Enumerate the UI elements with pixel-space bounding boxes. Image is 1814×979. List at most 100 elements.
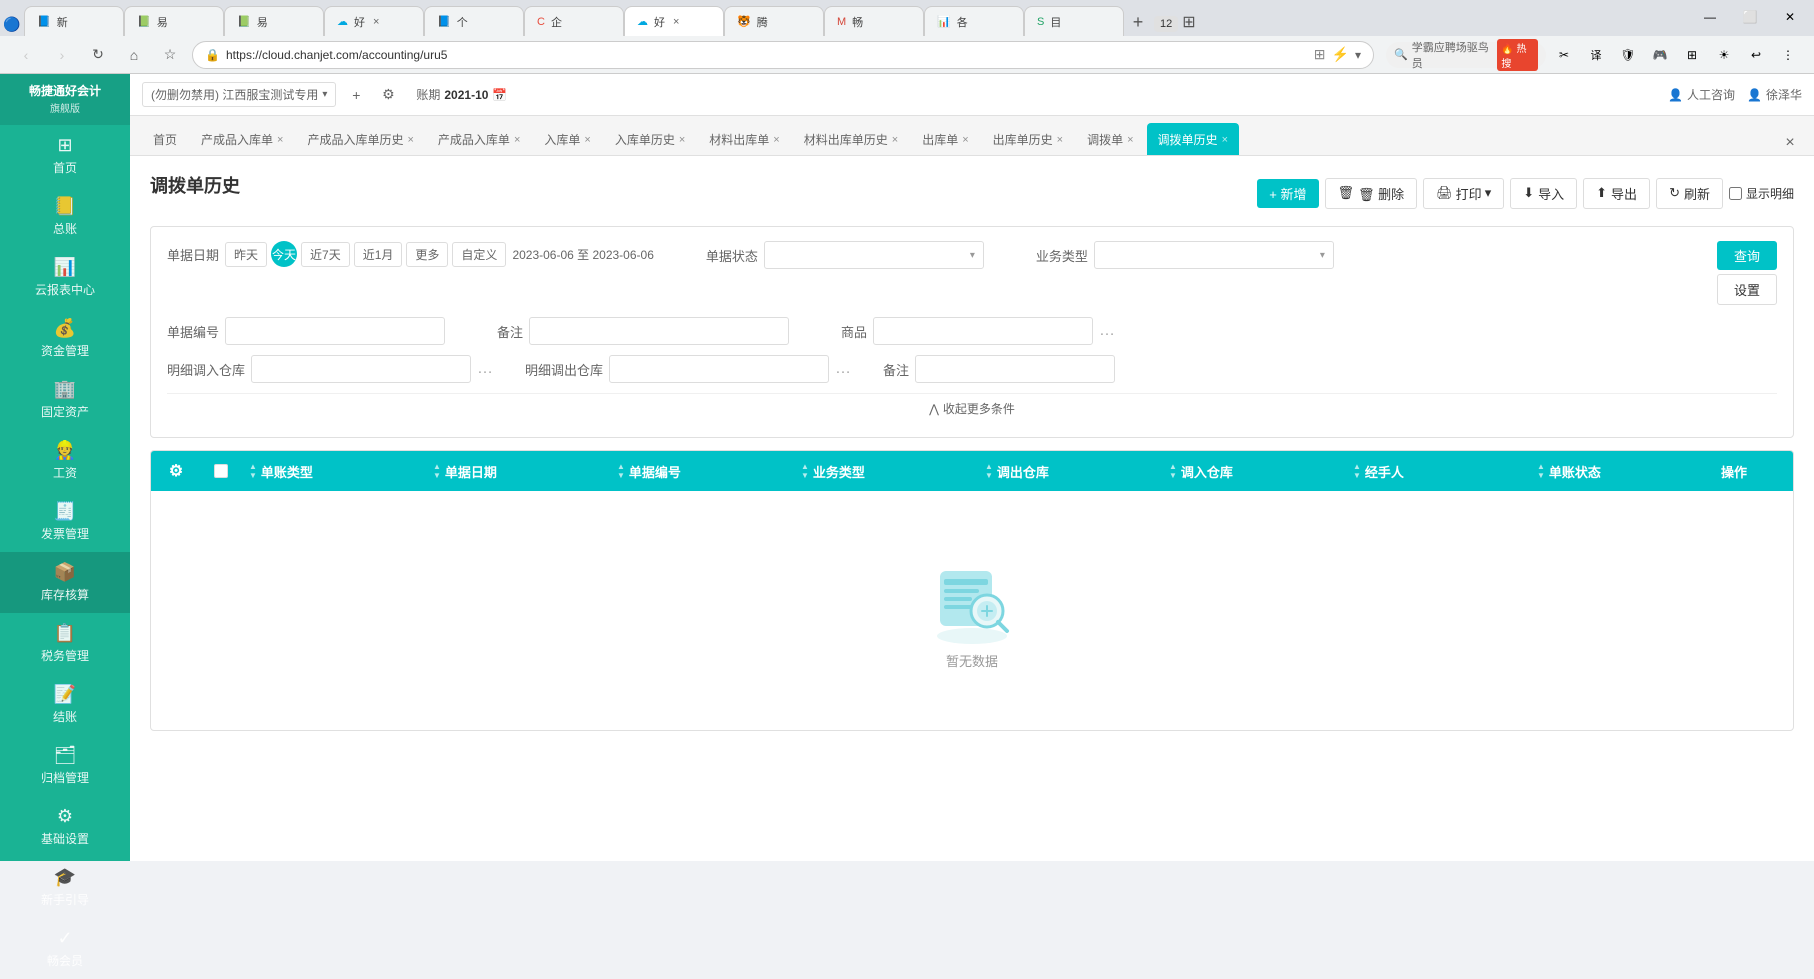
nav-back-btn[interactable]: ‹ xyxy=(12,41,40,69)
col-num[interactable]: ▲ ▼ 单据编号 xyxy=(609,462,793,481)
sidebar-item-assets[interactable]: 🏢 固定资产 xyxy=(0,369,130,430)
goods-input[interactable] xyxy=(873,317,1093,345)
sidebar-item-tax[interactable]: 📋 税务管理 xyxy=(0,613,130,674)
tab-close-7[interactable]: × xyxy=(671,14,681,30)
page-tab-transfer-hist[interactable]: 调拨单历史 × xyxy=(1147,123,1239,155)
status-select[interactable]: ▾ xyxy=(764,241,984,269)
browser-tab-9[interactable]: M 畅 xyxy=(824,6,924,36)
col-checkbox[interactable] xyxy=(201,464,241,478)
page-tab-transfer-close[interactable]: × xyxy=(1127,134,1133,146)
page-tab-inbound-close[interactable]: × xyxy=(584,134,590,146)
col-status[interactable]: ▲ ▼ 单账状态 xyxy=(1529,462,1713,481)
sun-ext[interactable]: ☀ xyxy=(1710,41,1738,69)
collapse-row[interactable]: ⋀ 收起更多条件 xyxy=(167,393,1777,423)
date-btn-7days[interactable]: 近7天 xyxy=(301,242,350,267)
export-btn[interactable]: ⬆ 导出 xyxy=(1583,178,1650,209)
out-warehouse-input[interactable] xyxy=(609,355,829,383)
win-minimize-btn[interactable]: — xyxy=(1690,2,1730,32)
more-ext[interactable]: ⋮ xyxy=(1774,41,1802,69)
browser-tab-11[interactable]: S 目 xyxy=(1024,6,1124,36)
sidebar-item-reports[interactable]: 📊 云报表中心 xyxy=(0,247,130,308)
customer-service-btn[interactable]: 👤 人工咨询 xyxy=(1668,86,1735,103)
sidebar-item-invoice[interactable]: 🧾 发票管理 xyxy=(0,491,130,552)
col-date[interactable]: ▲ ▼ 单据日期 xyxy=(425,462,609,481)
browser-tab-4[interactable]: ☁ 好 × xyxy=(324,6,424,36)
page-tab-stock-in2-close[interactable]: × xyxy=(514,134,520,146)
game-ext[interactable]: 🎮 xyxy=(1646,41,1674,69)
goods-more-icon[interactable]: … xyxy=(1099,322,1115,340)
shield-ext[interactable]: 🛡 xyxy=(1614,41,1642,69)
col-handler[interactable]: ▲ ▼ 经手人 xyxy=(1345,462,1529,481)
page-tab-material-out-hist[interactable]: 材料出库单历史 × xyxy=(793,123,909,155)
search-bar-ext[interactable]: 🔍 学霸应聘场驱鸟员 🔥 热搜 xyxy=(1386,42,1546,68)
translate-ext[interactable]: 译 xyxy=(1582,41,1610,69)
sidebar-item-close[interactable]: 📝 结账 xyxy=(0,674,130,735)
scissors-ext[interactable]: ✂ xyxy=(1550,41,1578,69)
display-detail-toggle[interactable]: 显示明细 xyxy=(1729,185,1794,202)
browser-tab-2[interactable]: 📗 易 xyxy=(124,6,224,36)
sidebar-item-home[interactable]: ⊞ 首页 xyxy=(0,125,130,186)
browser-tab-5[interactable]: 📘 个 xyxy=(424,6,524,36)
page-tab-stock-in-close[interactable]: × xyxy=(277,134,283,146)
refresh-btn[interactable]: ↻ 刷新 xyxy=(1656,178,1723,209)
date-btn-today[interactable]: 今天 xyxy=(271,241,297,267)
new-tab-btn[interactable]: + xyxy=(1124,8,1152,36)
sidebar-item-funds[interactable]: 💰 资金管理 xyxy=(0,308,130,369)
date-btn-1month[interactable]: 近1月 xyxy=(354,242,403,267)
filter-setting-btn[interactable]: 设置 xyxy=(1717,274,1777,305)
page-tab-outbound-close[interactable]: × xyxy=(962,134,968,146)
in-warehouse-input[interactable] xyxy=(251,355,471,383)
nav-forward-btn[interactable]: › xyxy=(48,41,76,69)
display-detail-checkbox[interactable] xyxy=(1729,187,1742,200)
browser-tab-7[interactable]: ☁ 好 × xyxy=(624,6,724,36)
tab-manage-btn[interactable]: ⊞ xyxy=(1182,12,1195,32)
col-type[interactable]: ▲ ▼ 单账类型 xyxy=(241,462,425,481)
sidebar-item-payroll[interactable]: 👷 工资 xyxy=(0,430,130,491)
page-tab-inbound-hist[interactable]: 入库单历史 × xyxy=(604,123,696,155)
close-all-tabs-btn[interactable]: × xyxy=(1778,131,1802,155)
page-tab-stock-in-hist-close[interactable]: × xyxy=(407,134,413,146)
col-in-wh[interactable]: ▲ ▼ 调入仓库 xyxy=(1161,462,1345,481)
in-warehouse-more-icon[interactable]: … xyxy=(477,360,493,378)
out-warehouse-more-icon[interactable]: … xyxy=(835,360,851,378)
page-tab-stock-in2[interactable]: 产成品入库单 × xyxy=(427,123,531,155)
org-settings-btn[interactable]: ⚙ xyxy=(376,83,400,107)
page-tab-inbound[interactable]: 入库单 × xyxy=(533,123,601,155)
col-biz[interactable]: ▲ ▼ 业务类型 xyxy=(793,462,977,481)
nav-refresh-btn[interactable]: ↻ xyxy=(84,41,112,69)
undo-ext[interactable]: ↩ xyxy=(1742,41,1770,69)
sidebar-item-inventory[interactable]: 📦 库存核算 xyxy=(0,552,130,613)
sidebar-item-member[interactable]: ✓ 畅会员 xyxy=(0,918,130,979)
add-org-btn[interactable]: + xyxy=(344,83,368,107)
new-btn[interactable]: + 新增 xyxy=(1257,179,1318,208)
win-close-btn[interactable]: ✕ xyxy=(1770,2,1810,32)
win-maximize-btn[interactable]: ⬜ xyxy=(1730,2,1770,32)
query-btn[interactable]: 查询 xyxy=(1717,241,1777,270)
nav-star-btn[interactable]: ☆ xyxy=(156,41,184,69)
browser-tab-1[interactable]: 📘 新 xyxy=(24,6,124,36)
doc-num-input[interactable] xyxy=(225,317,445,345)
note-input[interactable] xyxy=(915,355,1115,383)
org-selector[interactable]: (勿删勿禁用) 江西服宝测试专用 ▾ xyxy=(142,82,336,107)
sidebar-item-guide[interactable]: 🎓 新手引导 xyxy=(0,857,130,918)
sidebar-item-settings[interactable]: ⚙ 基础设置 xyxy=(0,796,130,857)
address-dropdown-icon[interactable]: ▾ xyxy=(1355,48,1361,62)
delete-btn[interactable]: 🗑 🗑 删除 xyxy=(1325,178,1418,209)
page-tab-stock-in-hist[interactable]: 产成品入库单历史 × xyxy=(296,123,424,155)
col-settings[interactable]: ⚙ xyxy=(151,461,201,481)
address-bar[interactable]: 🔒 https://cloud.chanjet.com/accounting/u… xyxy=(192,41,1374,69)
import-btn[interactable]: ⬇ 导入 xyxy=(1510,178,1577,209)
page-tab-outbound[interactable]: 出库单 × xyxy=(911,123,979,155)
remarks-input[interactable] xyxy=(529,317,789,345)
tab-close-4[interactable]: × xyxy=(371,14,381,30)
nav-home-btn[interactable]: ⌂ xyxy=(120,41,148,69)
browser-tab-6[interactable]: C 企 xyxy=(524,6,624,36)
print-btn[interactable]: 🖨 打印 ▾ xyxy=(1423,178,1504,209)
page-tab-transfer[interactable]: 调拨单 × xyxy=(1076,123,1144,155)
date-btn-custom[interactable]: 自定义 xyxy=(452,242,506,267)
date-btn-yesterday[interactable]: 昨天 xyxy=(225,242,267,267)
user-profile-btn[interactable]: 👤 徐泽华 xyxy=(1747,86,1802,103)
page-tab-material-out-close[interactable]: × xyxy=(773,134,779,146)
browser-tab-3[interactable]: 📗 易 xyxy=(224,6,324,36)
date-btn-more[interactable]: 更多 xyxy=(406,242,448,267)
